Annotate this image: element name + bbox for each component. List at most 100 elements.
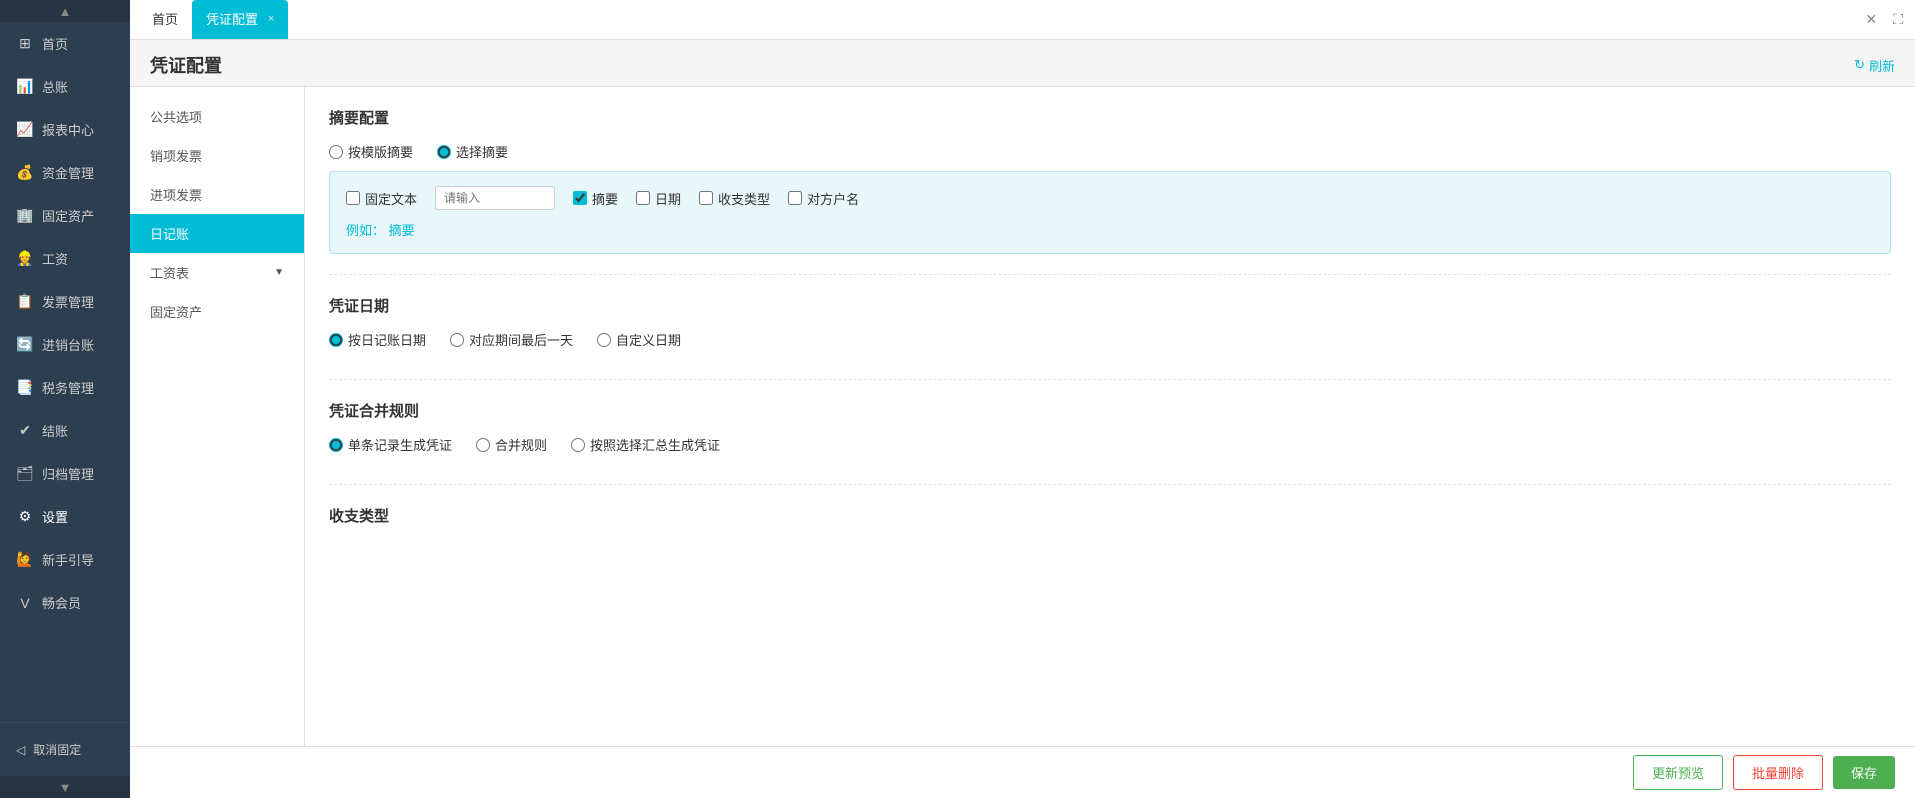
date-mode-journal[interactable]: 按日记账日期 bbox=[329, 330, 426, 349]
sidebar-icon-settings: ⚙ bbox=[16, 508, 34, 525]
expand-window-btn[interactable]: ⛶ bbox=[1889, 9, 1907, 30]
sidebar-label-report: 报表中心 bbox=[42, 120, 94, 139]
sidebar-item-tax[interactable]: 📑 税务管理 bbox=[0, 366, 130, 409]
sidebar-item-home[interactable]: ⊞ 首页 bbox=[0, 22, 130, 65]
option-date-checkbox[interactable] bbox=[636, 191, 650, 205]
sidebar-label-salary: 工资 bbox=[42, 249, 68, 268]
fixed-text-input[interactable] bbox=[435, 186, 555, 210]
left-nav-item-purchase-invoice[interactable]: 进项发票 bbox=[130, 175, 304, 214]
date-mode-custom[interactable]: 自定义日期 bbox=[597, 330, 681, 349]
option-counterpart-label: 对方户名 bbox=[807, 189, 859, 208]
income-type-section-title: 收支类型 bbox=[329, 505, 1891, 526]
sidebar-item-fund[interactable]: 💰 资金管理 bbox=[0, 151, 130, 194]
option-summary[interactable]: 摘要 bbox=[573, 189, 618, 208]
merge-mode-rules-label: 合并规则 bbox=[495, 435, 547, 454]
left-nav-label-fixed-assets: 固定资产 bbox=[150, 302, 202, 321]
merge-mode-rules[interactable]: 合并规则 bbox=[476, 435, 547, 454]
merge-mode-group: 单条记录生成凭证 合并规则 按照选择汇总生成凭证 bbox=[329, 435, 1891, 454]
merge-mode-select-radio[interactable] bbox=[571, 438, 585, 452]
unpin-label: 取消固定 bbox=[33, 741, 81, 758]
merge-mode-select[interactable]: 按照选择汇总生成凭证 bbox=[571, 435, 720, 454]
sidebar-icon-report: 📈 bbox=[16, 121, 34, 138]
left-nav: 公共选项销项发票进项发票日记账工资表▼ 固定资产 bbox=[130, 87, 305, 746]
option-date-label: 日期 bbox=[655, 189, 681, 208]
refresh-label: 刷新 bbox=[1869, 56, 1895, 75]
summary-mode-template-radio[interactable] bbox=[329, 145, 343, 159]
summary-mode-template[interactable]: 按模版摘要 bbox=[329, 142, 413, 161]
summary-section-title: 摘要配置 bbox=[329, 107, 1891, 128]
left-nav-item-fixed-assets[interactable]: 固定资产 bbox=[130, 292, 304, 331]
sidebar-icon-salary: 👷 bbox=[16, 250, 34, 267]
sidebar-label-home: 首页 bbox=[42, 34, 68, 53]
sidebar-item-settle[interactable]: ✔ 结账 bbox=[0, 409, 130, 452]
option-fixed-text[interactable]: 固定文本 bbox=[346, 189, 417, 208]
option-fixed-text-checkbox[interactable] bbox=[346, 191, 360, 205]
option-counterpart[interactable]: 对方户名 bbox=[788, 189, 859, 208]
summary-preview: 例如： 摘要 bbox=[346, 220, 1874, 239]
sidebar-item-settings[interactable]: ⚙ 设置 bbox=[0, 495, 130, 538]
sidebar-label-tax: 税务管理 bbox=[42, 378, 94, 397]
date-mode-journal-radio[interactable] bbox=[329, 333, 343, 347]
left-nav-label-purchase-invoice: 进项发票 bbox=[150, 185, 202, 204]
merge-mode-rules-radio[interactable] bbox=[476, 438, 490, 452]
summary-mode-select[interactable]: 选择摘要 bbox=[437, 142, 508, 161]
sidebar-item-asset[interactable]: 🏢 固定资产 bbox=[0, 194, 130, 237]
sidebar-icon-tax: 📑 bbox=[16, 379, 34, 396]
sidebar-icon-archive: 🗂 bbox=[16, 465, 34, 482]
merge-mode-select-label: 按照选择汇总生成凭证 bbox=[590, 435, 720, 454]
left-nav-label-sales-invoice: 销项发票 bbox=[150, 146, 202, 165]
close-window-btn[interactable]: ✕ bbox=[1861, 9, 1881, 30]
option-income-type-label: 收支类型 bbox=[718, 189, 770, 208]
option-income-type[interactable]: 收支类型 bbox=[699, 189, 770, 208]
left-nav-item-journal[interactable]: 日记账 bbox=[130, 214, 304, 253]
date-mode-last-day-label: 对应期间最后一天 bbox=[469, 330, 573, 349]
sidebar-item-purchase[interactable]: 🔄 进销台账 bbox=[0, 323, 130, 366]
sidebar-item-ledger[interactable]: 📊 总账 bbox=[0, 65, 130, 108]
sidebar-icon-guide: 🙋 bbox=[16, 551, 34, 568]
sidebar-scroll-up[interactable]: ▲ bbox=[0, 0, 130, 22]
date-mode-custom-radio[interactable] bbox=[597, 333, 611, 347]
left-nav-item-public[interactable]: 公共选项 bbox=[130, 97, 304, 136]
sidebar-item-member[interactable]: V 畅会员 bbox=[0, 581, 130, 624]
date-mode-last-day-radio[interactable] bbox=[450, 333, 464, 347]
date-mode-last-day[interactable]: 对应期间最后一天 bbox=[450, 330, 573, 349]
left-nav-item-sales-invoice[interactable]: 销项发票 bbox=[130, 136, 304, 175]
tab-close-voucher-config[interactable]: × bbox=[268, 13, 274, 25]
refresh-icon: ↻ bbox=[1854, 57, 1865, 73]
sidebar-label-guide: 新手引导 bbox=[42, 550, 94, 569]
sidebar-item-guide[interactable]: 🙋 新手引导 bbox=[0, 538, 130, 581]
tab-bar: 首页凭证配置× ✕ ⛶ bbox=[130, 0, 1915, 40]
sidebar-item-archive[interactable]: 🗂 归档管理 bbox=[0, 452, 130, 495]
sidebar-label-invoice: 发票管理 bbox=[42, 292, 94, 311]
option-income-type-checkbox[interactable] bbox=[699, 191, 713, 205]
update-preview-btn[interactable]: 更新预览 bbox=[1633, 755, 1723, 790]
sidebar-label-member: 畅会员 bbox=[42, 593, 81, 612]
summary-mode-group: 按模版摘要 选择摘要 bbox=[329, 142, 1891, 161]
sidebar-unpin-btn[interactable]: ◁ 取消固定 bbox=[0, 731, 130, 768]
merge-mode-single[interactable]: 单条记录生成凭证 bbox=[329, 435, 452, 454]
bottom-bar: 更新预览 批量删除 保存 bbox=[130, 746, 1915, 798]
sidebar-item-salary[interactable]: 👷 工资 bbox=[0, 237, 130, 280]
save-btn[interactable]: 保存 bbox=[1833, 756, 1895, 789]
sidebar-label-ledger: 总账 bbox=[42, 77, 68, 96]
option-summary-checkbox[interactable] bbox=[573, 191, 587, 205]
sidebar-scroll-down[interactable]: ▼ bbox=[0, 776, 130, 798]
tab-voucher-config[interactable]: 凭证配置× bbox=[192, 0, 288, 39]
batch-delete-btn[interactable]: 批量删除 bbox=[1733, 755, 1823, 790]
refresh-button[interactable]: ↻ 刷新 bbox=[1854, 56, 1895, 75]
sidebar-label-fund: 资金管理 bbox=[42, 163, 94, 182]
merge-mode-single-radio[interactable] bbox=[329, 438, 343, 452]
tab-home[interactable]: 首页 bbox=[138, 0, 192, 39]
summary-mode-select-radio[interactable] bbox=[437, 145, 451, 159]
sidebar-icon-asset: 🏢 bbox=[16, 207, 34, 224]
summary-options: 固定文本 摘要 日期 bbox=[346, 186, 1874, 210]
sidebar-icon-ledger: 📊 bbox=[16, 78, 34, 95]
option-date[interactable]: 日期 bbox=[636, 189, 681, 208]
option-counterpart-checkbox[interactable] bbox=[788, 191, 802, 205]
sidebar-label-settle: 结账 bbox=[42, 421, 68, 440]
sidebar-item-report[interactable]: 📈 报表中心 bbox=[0, 108, 130, 151]
sidebar-label-purchase: 进销台账 bbox=[42, 335, 94, 354]
left-nav-item-payroll[interactable]: 工资表▼ bbox=[130, 253, 304, 292]
sidebar-item-invoice[interactable]: 📋 发票管理 bbox=[0, 280, 130, 323]
left-nav-label-payroll: 工资表 bbox=[150, 263, 189, 282]
